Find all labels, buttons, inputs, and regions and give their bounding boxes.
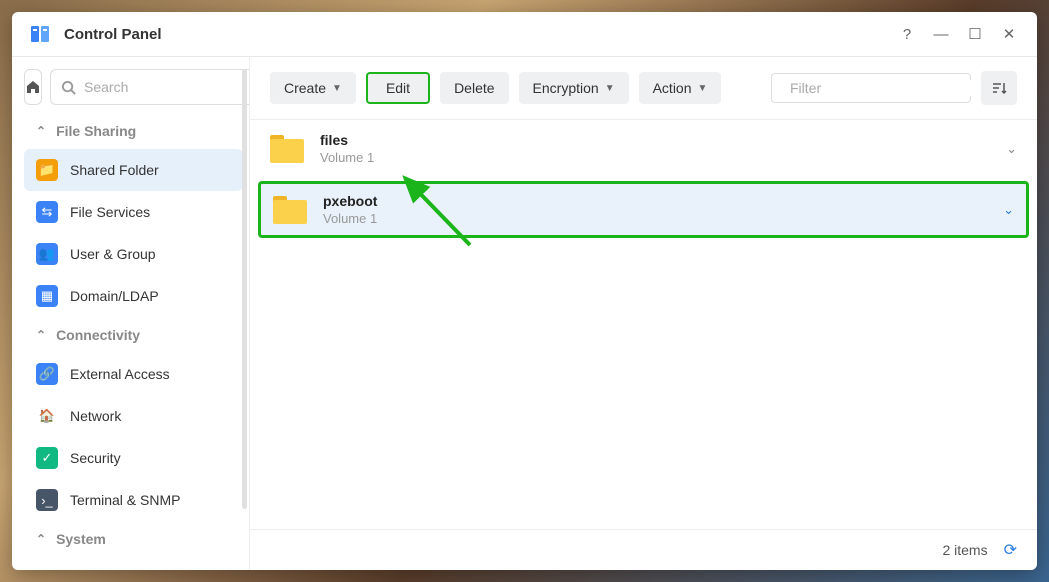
refresh-button[interactable]: ⟳ (1004, 540, 1017, 560)
folder-list: files Volume 1 ⌄ pxeboot Volume 1 ⌄ (250, 119, 1037, 529)
shield-icon: ✓ (36, 447, 58, 469)
sidebar-item-network[interactable]: 🏠 Network (24, 395, 243, 437)
sidebar: ⌃ File Sharing 📁 Shared Folder ⇆ File Se… (12, 57, 250, 570)
search-input[interactable] (84, 79, 250, 95)
domain-icon: ▦ (36, 285, 58, 307)
folder-row-selected[interactable]: pxeboot Volume 1 ⌄ (258, 181, 1029, 238)
sidebar-item-external-access[interactable]: 🔗 External Access (24, 353, 243, 395)
sort-icon (991, 80, 1007, 96)
sidebar-item-file-services[interactable]: ⇆ File Services (24, 191, 243, 233)
folder-icon (270, 135, 304, 163)
sidebar-item-security[interactable]: ✓ Security (24, 437, 243, 479)
main-panel: Create▼ Edit Delete Encryption▼ Action▼ (250, 57, 1037, 570)
chevron-down-icon[interactable]: ⌄ (1006, 141, 1017, 157)
titlebar: Control Panel ? — ☐ ✕ (12, 12, 1037, 57)
search-box[interactable] (50, 69, 250, 105)
folder-icon: 📁 (36, 159, 58, 181)
close-button[interactable]: ✕ (997, 22, 1021, 46)
help-button[interactable]: ? (895, 22, 919, 46)
link-icon: 🔗 (36, 363, 58, 385)
home-button[interactable] (24, 69, 42, 105)
sidebar-item-domain-ldap[interactable]: ▦ Domain/LDAP (24, 275, 243, 317)
control-panel-window: Control Panel ? — ☐ ✕ ⌃ File Sharing 📁 (12, 12, 1037, 570)
network-icon: 🏠 (36, 405, 58, 427)
folder-volume: Volume 1 (320, 150, 374, 165)
item-count: 2 items (942, 542, 987, 558)
users-icon: 👥 (36, 243, 58, 265)
folder-name: pxeboot (323, 193, 377, 209)
caret-down-icon: ▼ (698, 83, 708, 94)
chevron-up-icon: ⌃ (36, 532, 46, 546)
edit-button[interactable]: Edit (366, 72, 430, 104)
window-body: ⌃ File Sharing 📁 Shared Folder ⇆ File Se… (12, 57, 1037, 570)
folder-volume: Volume 1 (323, 211, 377, 226)
filter-input[interactable] (790, 80, 971, 96)
maximize-button[interactable]: ☐ (963, 22, 987, 46)
folder-icon (273, 196, 307, 224)
window-title: Control Panel (64, 26, 885, 43)
minimize-button[interactable]: — (929, 22, 953, 46)
chevron-up-icon: ⌃ (36, 328, 46, 342)
caret-down-icon: ▼ (605, 83, 615, 94)
status-bar: 2 items ⟳ (250, 529, 1037, 570)
sort-button[interactable] (981, 71, 1017, 105)
section-connectivity[interactable]: ⌃ Connectivity (24, 317, 243, 353)
create-button[interactable]: Create▼ (270, 72, 356, 104)
filter-box[interactable] (771, 73, 971, 103)
folder-row[interactable]: files Volume 1 ⌄ (250, 120, 1037, 177)
terminal-icon: ›_ (36, 489, 58, 511)
toolbar: Create▼ Edit Delete Encryption▼ Action▼ (250, 57, 1037, 119)
app-icon (28, 22, 52, 46)
chevron-down-icon[interactable]: ⌄ (1003, 202, 1014, 218)
chevron-up-icon: ⌃ (36, 124, 46, 138)
search-icon (61, 80, 76, 95)
sidebar-item-terminal-snmp[interactable]: ›_ Terminal & SNMP (24, 479, 243, 521)
file-services-icon: ⇆ (36, 201, 58, 223)
delete-button[interactable]: Delete (440, 72, 508, 104)
caret-down-icon: ▼ (332, 83, 342, 94)
section-file-sharing[interactable]: ⌃ File Sharing (24, 113, 243, 149)
section-system[interactable]: ⌃ System (24, 521, 243, 557)
sidebar-item-shared-folder[interactable]: 📁 Shared Folder (24, 149, 243, 191)
encryption-button[interactable]: Encryption▼ (519, 72, 629, 104)
folder-name: files (320, 132, 374, 148)
action-button[interactable]: Action▼ (639, 72, 722, 104)
sidebar-item-user-group[interactable]: 👥 User & Group (24, 233, 243, 275)
